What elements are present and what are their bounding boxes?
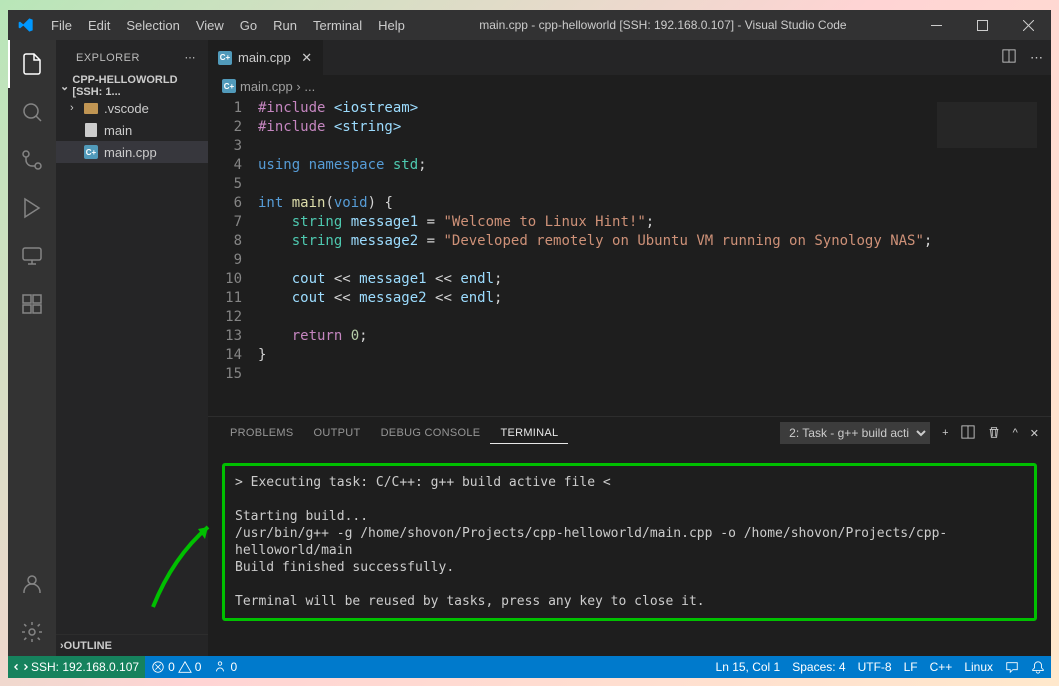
panel-tab-debug-console[interactable]: DEBUG CONSOLE	[371, 427, 491, 439]
code-editor[interactable]: 123456789101112131415 #include <iostream…	[208, 97, 1051, 416]
indentation[interactable]: Spaces: 4	[786, 660, 851, 674]
annotation-arrow-icon	[143, 507, 223, 617]
split-editor-icon[interactable]	[1002, 49, 1016, 66]
os-indicator[interactable]: Linux	[958, 660, 999, 674]
explorer-section-header[interactable]: ⌄CPP-HELLOWORLD [SSH: 1...	[56, 75, 208, 97]
minimize-button[interactable]	[913, 10, 959, 40]
search-icon[interactable]	[8, 88, 56, 136]
notifications-icon[interactable]	[1025, 660, 1051, 674]
sidebar-title: EXPLORER	[76, 52, 140, 64]
status-bar: SSH: 192.168.0.107 0 0 0 Ln 15, Col 1 Sp…	[8, 656, 1051, 678]
tree-item-main-cpp[interactable]: C+main.cpp	[56, 141, 208, 163]
terminal-selector[interactable]: 2: Task - g++ build activ	[780, 422, 930, 444]
panel-tab-problems[interactable]: PROBLEMS	[220, 427, 304, 439]
source-control-icon[interactable]	[8, 136, 56, 184]
tab-label: main.cpp	[238, 50, 291, 65]
tree-item-main[interactable]: main	[56, 119, 208, 141]
remote-indicator[interactable]: SSH: 192.168.0.107	[8, 656, 145, 678]
run-debug-icon[interactable]	[8, 184, 56, 232]
feedback-icon[interactable]	[999, 660, 1025, 674]
menu-terminal[interactable]: Terminal	[305, 18, 370, 33]
accounts-icon[interactable]	[8, 560, 56, 608]
eol[interactable]: LF	[898, 660, 924, 674]
tree-item--vscode[interactable]: ›.vscode	[56, 97, 208, 119]
editor-tabs: C+ main.cpp ✕ ⋯	[208, 40, 1051, 75]
remote-explorer-icon[interactable]	[8, 232, 56, 280]
language-mode[interactable]: C++	[924, 660, 959, 674]
tab-more-icon[interactable]: ⋯	[1030, 50, 1043, 66]
menu-go[interactable]: Go	[232, 18, 265, 33]
new-terminal-icon[interactable]: +	[942, 427, 948, 439]
vscode-logo-icon	[8, 17, 43, 33]
close-button[interactable]	[1005, 10, 1051, 40]
errors-warnings[interactable]: 0 0	[145, 660, 207, 674]
settings-gear-icon[interactable]	[8, 608, 56, 656]
minimap[interactable]	[937, 102, 1037, 148]
window-title: main.cpp - cpp-helloworld [SSH: 192.168.…	[413, 18, 913, 32]
close-tab-icon[interactable]: ✕	[299, 50, 315, 66]
sidebar-more-icon[interactable]: ⋯	[185, 51, 197, 64]
explorer-icon[interactable]	[8, 40, 56, 88]
encoding[interactable]: UTF-8	[852, 660, 898, 674]
kill-terminal-icon[interactable]	[987, 425, 1001, 442]
close-panel-icon[interactable]: ✕	[1030, 427, 1039, 440]
outline-section[interactable]: ›OUTLINE	[56, 634, 208, 656]
breadcrumb[interactable]: C+ main.cpp › ...	[208, 75, 1051, 97]
panel-tab-output[interactable]: OUTPUT	[304, 427, 371, 439]
panel-tab-terminal[interactable]: TERMINAL	[490, 427, 568, 444]
maximize-button[interactable]	[959, 10, 1005, 40]
extensions-icon[interactable]	[8, 280, 56, 328]
menu-file[interactable]: File	[43, 18, 80, 33]
menu-help[interactable]: Help	[370, 18, 413, 33]
maximize-panel-icon[interactable]: ^	[1013, 427, 1018, 439]
bottom-panel: PROBLEMSOUTPUTDEBUG CONSOLETERMINAL 2: T…	[208, 416, 1051, 656]
menu-edit[interactable]: Edit	[80, 18, 118, 33]
menu-view[interactable]: View	[188, 18, 232, 33]
title-bar: FileEditSelectionViewGoRunTerminalHelp m…	[8, 10, 1051, 40]
cursor-position[interactable]: Ln 15, Col 1	[710, 660, 787, 674]
terminal-output[interactable]: > Executing task: C/C++: g++ build activ…	[208, 449, 1051, 656]
menu-selection[interactable]: Selection	[118, 18, 187, 33]
activity-bar	[8, 40, 56, 656]
ports[interactable]: 0	[207, 660, 243, 674]
tab-main-cpp[interactable]: C+ main.cpp ✕	[208, 40, 324, 75]
split-terminal-icon[interactable]	[961, 425, 975, 442]
menu-run[interactable]: Run	[265, 18, 305, 33]
